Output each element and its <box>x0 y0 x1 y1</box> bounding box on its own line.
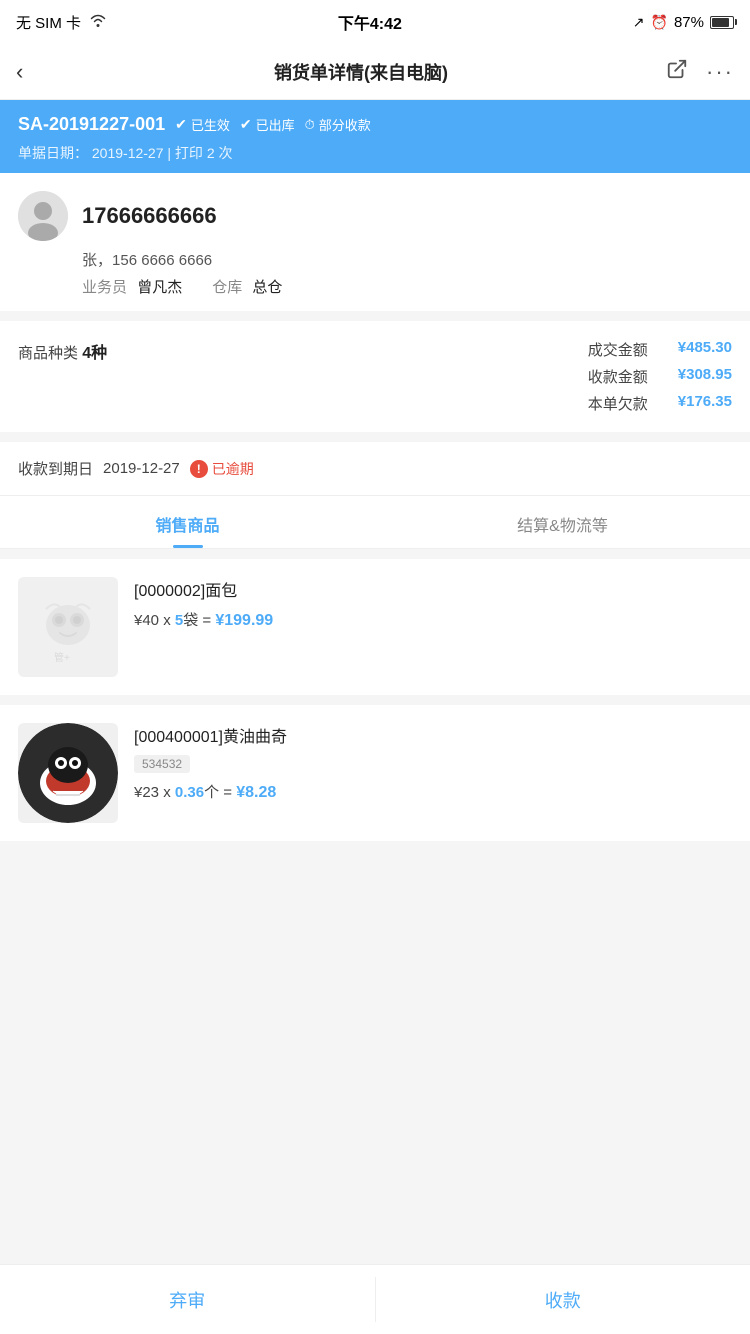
deal-amount-row: 成交金额 ¥485.30 <box>588 339 732 360</box>
back-button[interactable]: ‹ <box>16 59 56 85</box>
more-button[interactable]: ··· <box>706 59 734 85</box>
status-shipped: ✔ 已出库 <box>240 115 295 134</box>
status-left: 无 SIM 卡 <box>16 12 107 33</box>
product-info-bread: [0000002]面包 ¥40 x 5袋 = ¥199.99 <box>134 577 732 630</box>
battery-label: 87% <box>674 14 704 31</box>
product-batch-badge: 534532 <box>134 755 190 773</box>
product-thumbnail-cookie <box>18 723 118 823</box>
status-effective: ✔ 已生效 <box>175 115 230 134</box>
tab-sales-products[interactable]: 销售商品 <box>0 496 375 548</box>
customer-account: 17666666666 <box>82 203 217 229</box>
check-effective-icon: ✔ <box>175 116 187 133</box>
stats-section: 商品种类 4种 成交金额 ¥485.30 收款金额 ¥308.95 本单欠款 ¥… <box>0 321 750 432</box>
customer-meta: 业务员 曾凡杰 仓库 总仓 <box>82 276 732 297</box>
due-label: 收款到期日 <box>18 458 93 479</box>
confirm-button[interactable]: 收款 <box>376 1265 750 1334</box>
status-payment: ⏱ 部分收款 <box>305 115 371 134</box>
avatar <box>18 191 68 241</box>
product-price-cookie: ¥23 x 0.36个 = ¥8.28 <box>134 781 732 802</box>
status-bar: 无 SIM 卡 下午4:42 ↗ ⏰ 87% <box>0 0 750 44</box>
due-date-section: 收款到期日 2019-12-27 ! 已逾期 <box>0 442 750 496</box>
overdue-badge: ! 已逾期 <box>190 459 254 479</box>
share-button[interactable] <box>666 58 688 86</box>
location-icon: ↗ <box>633 14 645 31</box>
amounts: 成交金额 ¥485.30 收款金额 ¥308.95 本单欠款 ¥176.35 <box>588 339 732 414</box>
product-name-bread: [0000002]面包 <box>134 577 732 601</box>
status-time: 下午4:42 <box>338 10 402 34</box>
svg-text:管+: 管+ <box>54 651 70 664</box>
product-list: 管+ [0000002]面包 ¥40 x 5袋 = ¥199.99 <box>0 559 750 841</box>
sim-label: 无 SIM 卡 <box>16 12 81 33</box>
customer-section: 17666666666 张，156 6666 6666 业务员 曾凡杰 仓库 总… <box>0 173 750 311</box>
nav-bar: ‹ 销货单详情(来自电脑) ··· <box>0 44 750 100</box>
product-item-bread: 管+ [0000002]面包 ¥40 x 5袋 = ¥199.99 <box>0 559 750 695</box>
product-item-cookie: [000400001]黄油曲奇 534532 ¥23 x 0.36个 = ¥8.… <box>0 705 750 841</box>
received-row: 收款金额 ¥308.95 <box>588 366 732 387</box>
overdue-icon: ! <box>190 460 208 478</box>
nav-actions: ··· <box>666 58 734 86</box>
alarm-icon: ⏰ <box>651 14 668 31</box>
status-right: ↗ ⏰ 87% <box>633 14 734 31</box>
clock-icon: ⏱ <box>305 117 315 133</box>
cancel-button[interactable]: 弃审 <box>0 1265 375 1334</box>
order-number: SA-20191227-001 <box>18 114 165 135</box>
warehouse: 仓库 总仓 <box>212 276 282 297</box>
tabs-row: 销售商品 结算&物流等 <box>0 496 750 549</box>
check-shipped-icon: ✔ <box>240 116 252 133</box>
order-info-row: SA-20191227-001 ✔ 已生效 ✔ 已出库 ⏱ 部分收款 <box>18 114 732 135</box>
product-thumbnail-bread: 管+ <box>18 577 118 677</box>
customer-top: 17666666666 <box>18 191 732 241</box>
sales-rep: 业务员 曾凡杰 <box>82 276 182 297</box>
due-date-value: 2019-12-27 <box>103 460 180 477</box>
page-title: 销货单详情(来自电脑) <box>56 59 666 85</box>
product-price-bread: ¥40 x 5袋 = ¥199.99 <box>134 609 732 630</box>
owed-row: 本单欠款 ¥176.35 <box>588 393 732 414</box>
product-type-count: 商品种类 4种 <box>18 339 107 363</box>
order-date-row: 单据日期： 2019-12-27 | 打印 2 次 <box>18 143 732 163</box>
product-info-cookie: [000400001]黄油曲奇 534532 ¥23 x 0.36个 = ¥8.… <box>134 723 732 802</box>
header-banner: SA-20191227-001 ✔ 已生效 ✔ 已出库 ⏱ 部分收款 单据日期：… <box>0 100 750 173</box>
product-name-cookie: [000400001]黄油曲奇 <box>134 723 732 747</box>
tab-settlement[interactable]: 结算&物流等 <box>375 496 750 548</box>
battery-icon <box>710 16 734 29</box>
bottom-bar: 弃审 收款 <box>0 1264 750 1334</box>
customer-name-phone: 张，156 6666 6666 <box>82 249 732 270</box>
wifi-icon <box>89 13 107 31</box>
